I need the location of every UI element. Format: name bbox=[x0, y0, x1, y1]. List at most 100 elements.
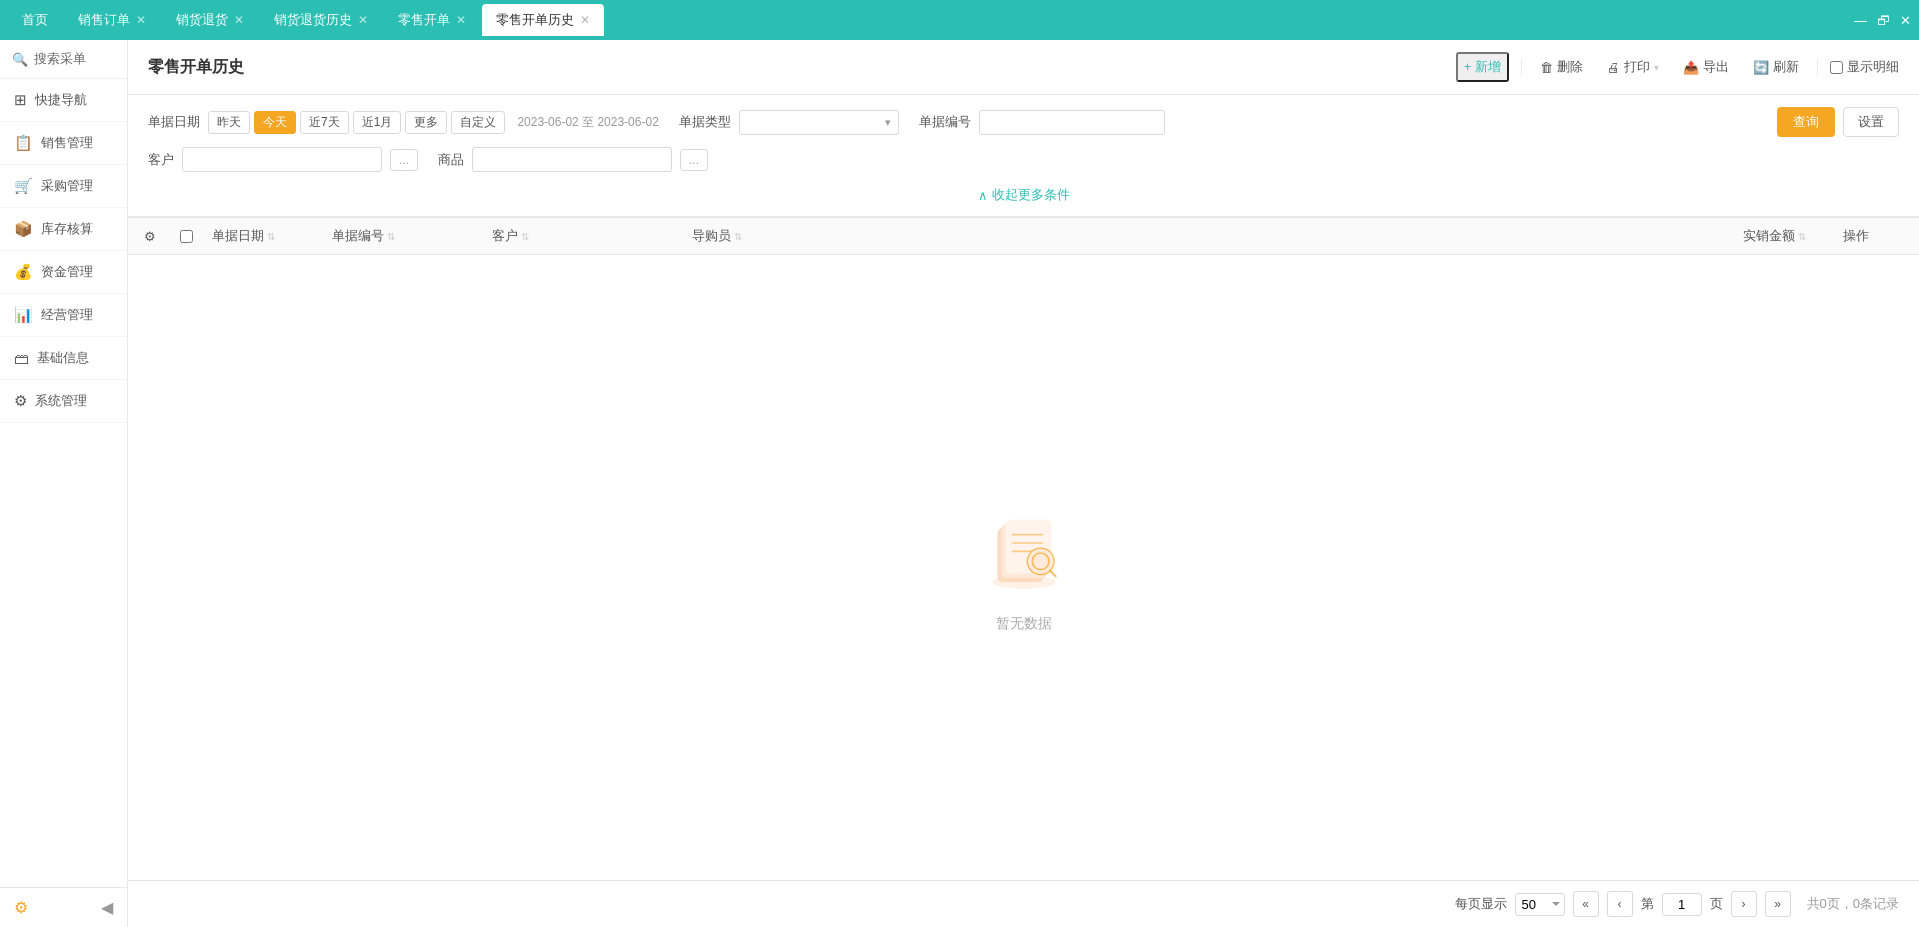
sidebar-item-inventory[interactable]: 📦 库存核算 bbox=[0, 208, 127, 251]
svg-line-9 bbox=[1049, 570, 1055, 576]
customer-input[interactable] bbox=[182, 147, 382, 172]
th-customer: 客户 ⇅ bbox=[484, 227, 684, 245]
th-setting[interactable]: ⚙ bbox=[132, 229, 168, 244]
refresh-icon: 🔄 bbox=[1753, 60, 1769, 75]
pagination: 每页显示 10 20 50 100 « ‹ 第 页 › » 共0页，0条记录 bbox=[128, 880, 1919, 927]
page-prev-button[interactable]: ‹ bbox=[1607, 891, 1633, 917]
print-icon: 🖨 bbox=[1607, 60, 1620, 75]
date-shortcuts: 昨天 今天 近7天 近1月 更多 自定义 bbox=[208, 111, 505, 134]
tab-close-sales-return[interactable]: ✕ bbox=[234, 13, 244, 27]
date-btn-7days[interactable]: 近7天 bbox=[300, 111, 349, 134]
inventory-icon: 📦 bbox=[14, 220, 33, 238]
collapse-sidebar-icon[interactable]: ◀ bbox=[101, 898, 113, 917]
delete-icon: 🗑 bbox=[1540, 60, 1553, 75]
product-ellipsis-button[interactable]: ... bbox=[680, 149, 708, 171]
quick-nav-icon: ⊞ bbox=[14, 91, 27, 109]
empty-illustration bbox=[974, 503, 1074, 603]
delete-button[interactable]: 🗑 删除 bbox=[1534, 54, 1589, 80]
sidebar-item-basic-info[interactable]: 🗃 基础信息 bbox=[0, 337, 127, 380]
settings-gear-icon[interactable]: ⚙ bbox=[14, 898, 28, 917]
operations-mgmt-icon: 📊 bbox=[14, 306, 33, 324]
page-last-button[interactable]: » bbox=[1765, 891, 1791, 917]
tab-home[interactable]: 首页 bbox=[8, 4, 62, 36]
customer-label: 客户 bbox=[148, 151, 174, 169]
sidebar-search[interactable]: 🔍 搜索采单 bbox=[0, 40, 127, 79]
show-detail-checkbox[interactable] bbox=[1830, 61, 1843, 74]
bill-type-select-wrapper bbox=[739, 110, 899, 135]
bill-number-input[interactable] bbox=[979, 110, 1165, 135]
sidebar-item-purchase-mgmt[interactable]: 🛒 采购管理 bbox=[0, 165, 127, 208]
sort-guide-icon[interactable]: ⇅ bbox=[734, 231, 742, 242]
tab-close-sales-order[interactable]: ✕ bbox=[136, 13, 146, 27]
toolbar: + 新增 🗑 删除 🖨 打印 ▾ 📤 导出 🔄 刷新 bbox=[1456, 52, 1899, 82]
basic-info-icon: 🗃 bbox=[14, 350, 29, 367]
collapse-conditions[interactable]: ∧ 收起更多条件 bbox=[148, 182, 1899, 204]
tab-sales-return-history[interactable]: 销货退货历史 ✕ bbox=[260, 4, 382, 36]
add-button[interactable]: + 新增 bbox=[1456, 52, 1509, 82]
th-guide: 导购员 ⇅ bbox=[684, 227, 784, 245]
sort-customer-icon[interactable]: ⇅ bbox=[521, 231, 529, 242]
bill-number-label: 单据编号 bbox=[919, 113, 971, 131]
filter-item-date: 单据日期 昨天 今天 近7天 近1月 更多 自定义 2023-06-02 至 2… bbox=[148, 111, 659, 134]
product-label: 商品 bbox=[438, 151, 464, 169]
empty-text: 暂无数据 bbox=[996, 615, 1052, 633]
sidebar-item-operations-mgmt[interactable]: 📊 经营管理 bbox=[0, 294, 127, 337]
sort-amount-icon[interactable]: ⇅ bbox=[1798, 231, 1806, 242]
customer-ellipsis-button[interactable]: ... bbox=[390, 149, 418, 171]
window-controls: — 🗗 ✕ bbox=[1854, 13, 1911, 28]
tab-retail-open-history[interactable]: 零售开单历史 ✕ bbox=[482, 4, 604, 36]
query-button[interactable]: 查询 bbox=[1777, 107, 1835, 137]
th-date: 单据日期 ⇅ bbox=[204, 227, 324, 245]
show-detail-toggle[interactable]: 显示明细 bbox=[1830, 58, 1899, 76]
date-btn-1month[interactable]: 近1月 bbox=[353, 111, 402, 134]
tab-close-sales-return-history[interactable]: ✕ bbox=[358, 13, 368, 27]
sidebar-item-finance-mgmt[interactable]: 💰 资金管理 bbox=[0, 251, 127, 294]
th-number: 单据编号 ⇅ bbox=[324, 227, 484, 245]
page-size-label: 每页显示 bbox=[1455, 895, 1507, 913]
minimize-button[interactable]: — bbox=[1854, 13, 1867, 28]
setting-button[interactable]: 设置 bbox=[1843, 107, 1899, 137]
tab-sales-order[interactable]: 销售订单 ✕ bbox=[64, 4, 160, 36]
date-btn-more[interactable]: 更多 bbox=[405, 111, 447, 134]
finance-mgmt-icon: 💰 bbox=[14, 263, 33, 281]
th-action: 操作 bbox=[1835, 227, 1915, 245]
print-button[interactable]: 🖨 打印 ▾ bbox=[1601, 54, 1665, 80]
bill-type-select[interactable] bbox=[739, 110, 899, 135]
tab-sales-return[interactable]: 销货退货 ✕ bbox=[162, 4, 258, 36]
export-button[interactable]: 📤 导出 bbox=[1677, 54, 1735, 80]
sidebar-item-quick-nav[interactable]: ⊞ 快捷导航 bbox=[0, 79, 127, 122]
restore-button[interactable]: 🗗 bbox=[1877, 13, 1890, 28]
close-button[interactable]: ✕ bbox=[1900, 13, 1911, 28]
page-size-select[interactable]: 10 20 50 100 bbox=[1515, 893, 1565, 916]
sort-number-icon[interactable]: ⇅ bbox=[387, 231, 395, 242]
sidebar-nav: ⊞ 快捷导航 📋 销售管理 🛒 采购管理 📦 库存核算 💰 资金管理 📊 bbox=[0, 79, 127, 887]
content-area: 零售开单历史 + 新增 🗑 删除 🖨 打印 ▾ 📤 导出 � bbox=[128, 40, 1919, 927]
refresh-button[interactable]: 🔄 刷新 bbox=[1747, 54, 1805, 80]
sidebar-item-system-mgmt[interactable]: ⚙ 系统管理 bbox=[0, 380, 127, 423]
tab-retail-open[interactable]: 零售开单 ✕ bbox=[384, 4, 480, 36]
page-number-input[interactable] bbox=[1662, 893, 1702, 916]
purchase-mgmt-icon: 🛒 bbox=[14, 177, 33, 195]
date-btn-today[interactable]: 今天 bbox=[254, 111, 296, 134]
tab-close-retail-open[interactable]: ✕ bbox=[456, 13, 466, 27]
filter-item-bill-type: 单据类型 bbox=[679, 110, 899, 135]
table-setting-icon[interactable]: ⚙ bbox=[144, 229, 156, 244]
page-next-button[interactable]: › bbox=[1731, 891, 1757, 917]
date-btn-yesterday[interactable]: 昨天 bbox=[208, 111, 250, 134]
sidebar-item-sales-mgmt[interactable]: 📋 销售管理 bbox=[0, 122, 127, 165]
date-btn-custom[interactable]: 自定义 bbox=[451, 111, 505, 134]
bill-type-label: 单据类型 bbox=[679, 113, 731, 131]
product-input[interactable] bbox=[472, 147, 672, 172]
table-body: 暂无数据 bbox=[128, 255, 1919, 880]
th-amount: 实销金额 ⇅ bbox=[1735, 227, 1835, 245]
sort-date-icon[interactable]: ⇅ bbox=[267, 231, 275, 242]
toolbar-divider-2 bbox=[1817, 59, 1818, 75]
tab-close-retail-open-history[interactable]: ✕ bbox=[580, 13, 590, 27]
print-dropdown-icon[interactable]: ▾ bbox=[1654, 62, 1659, 73]
select-all-checkbox[interactable] bbox=[180, 230, 193, 243]
search-icon: 🔍 bbox=[12, 52, 28, 67]
date-label: 单据日期 bbox=[148, 113, 200, 131]
filter-item-customer: 客户 ... bbox=[148, 147, 418, 172]
sidebar-footer: ⚙ ◀ bbox=[0, 887, 127, 927]
page-first-button[interactable]: « bbox=[1573, 891, 1599, 917]
